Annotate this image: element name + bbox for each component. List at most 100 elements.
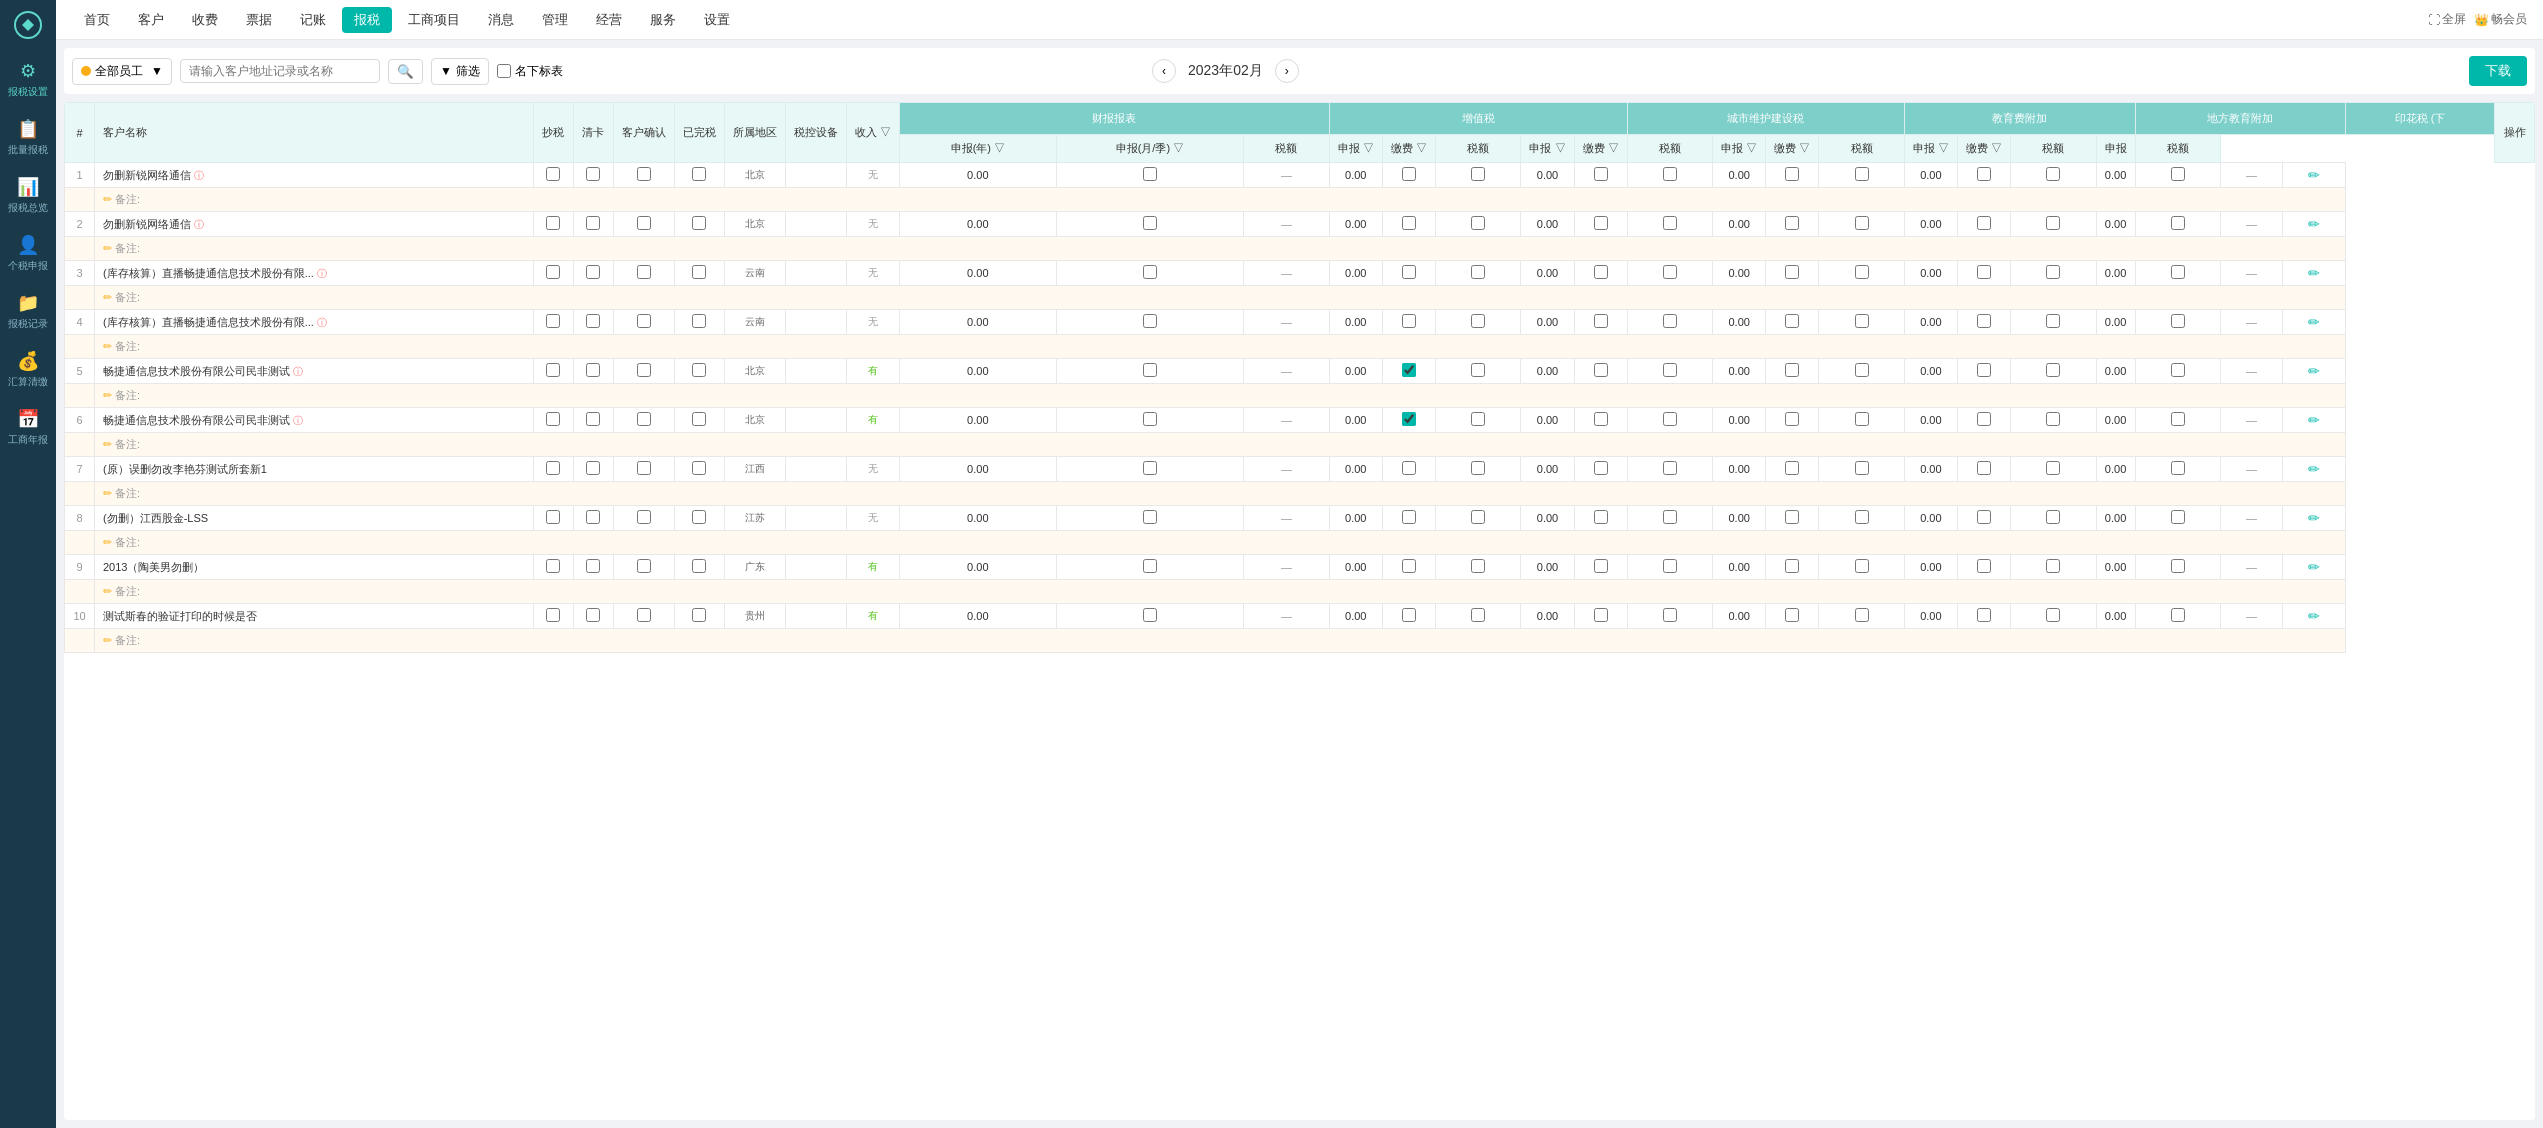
annual-report-cell[interactable] <box>1056 408 1244 433</box>
clear-card-checkbox[interactable] <box>586 510 600 524</box>
vat-pay-checkbox[interactable] <box>1471 559 1485 573</box>
annual-report-checkbox[interactable] <box>1143 363 1157 377</box>
confirm-checkbox[interactable] <box>637 608 651 622</box>
edu-pay-cell[interactable] <box>1819 310 1905 335</box>
stamp-declare-cell[interactable] <box>2135 408 2221 433</box>
copy-tax-checkbox[interactable] <box>546 167 560 181</box>
nav-billing[interactable]: 收费 <box>180 7 230 33</box>
vat-pay-checkbox[interactable] <box>1471 510 1485 524</box>
edu-declare-checkbox[interactable] <box>1785 461 1799 475</box>
copy-tax-cell[interactable] <box>533 457 573 482</box>
local-declare-cell[interactable] <box>1957 408 2010 433</box>
paid-tax-cell[interactable] <box>674 359 724 384</box>
edu-declare-cell[interactable] <box>1766 506 1819 531</box>
vat-declare-checkbox[interactable] <box>1402 167 1416 181</box>
edit-cell[interactable]: ✏ <box>2282 359 2346 384</box>
local-pay-cell[interactable] <box>2011 604 2097 629</box>
clear-card-cell[interactable] <box>573 555 613 580</box>
vat-pay-checkbox[interactable] <box>1471 216 1485 230</box>
city-pay-checkbox[interactable] <box>1663 363 1677 377</box>
stamp-declare-cell[interactable] <box>2135 212 2221 237</box>
edu-declare-cell[interactable] <box>1766 261 1819 286</box>
local-declare-checkbox[interactable] <box>1977 314 1991 328</box>
stamp-declare-cell[interactable] <box>2135 163 2221 188</box>
edit-icon[interactable]: ✏ <box>2308 314 2320 330</box>
stamp-declare-checkbox[interactable] <box>2171 461 2185 475</box>
copy-tax-cell[interactable] <box>533 163 573 188</box>
city-declare-checkbox[interactable] <box>1594 559 1608 573</box>
confirm-cell[interactable] <box>613 506 674 531</box>
paid-tax-checkbox[interactable] <box>692 510 706 524</box>
copy-tax-checkbox[interactable] <box>546 608 560 622</box>
city-declare-checkbox[interactable] <box>1594 265 1608 279</box>
confirm-checkbox[interactable] <box>637 314 651 328</box>
paid-tax-checkbox[interactable] <box>692 216 706 230</box>
clear-card-checkbox[interactable] <box>586 314 600 328</box>
confirm-checkbox[interactable] <box>637 216 651 230</box>
stamp-declare-cell[interactable] <box>2135 359 2221 384</box>
stamp-declare-checkbox[interactable] <box>2171 412 2185 426</box>
city-pay-cell[interactable] <box>1627 555 1713 580</box>
annual-report-cell[interactable] <box>1056 457 1244 482</box>
edit-icon[interactable]: ✏ <box>2308 265 2320 281</box>
edu-pay-cell[interactable] <box>1819 261 1905 286</box>
edu-declare-checkbox[interactable] <box>1785 314 1799 328</box>
city-declare-cell[interactable] <box>1574 408 1627 433</box>
paid-tax-cell[interactable] <box>674 408 724 433</box>
local-pay-checkbox[interactable] <box>2046 265 2060 279</box>
annual-report-cell[interactable] <box>1056 310 1244 335</box>
confirm-checkbox[interactable] <box>637 412 651 426</box>
edu-pay-checkbox[interactable] <box>1855 412 1869 426</box>
clear-card-cell[interactable] <box>573 457 613 482</box>
paid-tax-cell[interactable] <box>674 212 724 237</box>
local-pay-checkbox[interactable] <box>2046 167 2060 181</box>
paid-tax-checkbox[interactable] <box>692 559 706 573</box>
confirm-cell[interactable] <box>613 310 674 335</box>
annual-report-cell[interactable] <box>1056 604 1244 629</box>
local-pay-checkbox[interactable] <box>2046 510 2060 524</box>
edit-icon[interactable]: ✏ <box>2308 461 2320 477</box>
paid-tax-cell[interactable] <box>674 163 724 188</box>
copy-tax-checkbox[interactable] <box>546 216 560 230</box>
edu-pay-cell[interactable] <box>1819 604 1905 629</box>
paid-tax-checkbox[interactable] <box>692 167 706 181</box>
paid-tax-cell[interactable] <box>674 604 724 629</box>
named-list-checkbox-label[interactable]: 名下标表 <box>497 63 563 80</box>
confirm-checkbox[interactable] <box>637 363 651 377</box>
annual-report-cell[interactable] <box>1056 359 1244 384</box>
annual-report-checkbox[interactable] <box>1143 412 1157 426</box>
paid-tax-checkbox[interactable] <box>692 461 706 475</box>
vat-declare-cell[interactable] <box>1382 555 1435 580</box>
clear-card-cell[interactable] <box>573 359 613 384</box>
edu-pay-cell[interactable] <box>1819 359 1905 384</box>
paid-tax-checkbox[interactable] <box>692 265 706 279</box>
local-pay-checkbox[interactable] <box>2046 461 2060 475</box>
copy-tax-cell[interactable] <box>533 212 573 237</box>
download-button[interactable]: 下载 <box>2469 56 2527 86</box>
nav-manage[interactable]: 管理 <box>530 7 580 33</box>
edit-cell[interactable]: ✏ <box>2282 604 2346 629</box>
vat-pay-checkbox[interactable] <box>1471 167 1485 181</box>
clear-card-cell[interactable] <box>573 604 613 629</box>
local-declare-checkbox[interactable] <box>1977 461 1991 475</box>
city-declare-checkbox[interactable] <box>1594 608 1608 622</box>
sidebar-item-personal-tax[interactable]: 👤 个税申报 <box>0 224 56 282</box>
city-pay-cell[interactable] <box>1627 212 1713 237</box>
city-pay-cell[interactable] <box>1627 604 1713 629</box>
local-declare-checkbox[interactable] <box>1977 412 1991 426</box>
vat-pay-cell[interactable] <box>1435 261 1521 286</box>
edit-cell[interactable]: ✏ <box>2282 261 2346 286</box>
copy-tax-cell[interactable] <box>533 310 573 335</box>
edu-pay-checkbox[interactable] <box>1855 314 1869 328</box>
stamp-declare-cell[interactable] <box>2135 261 2221 286</box>
city-pay-cell[interactable] <box>1627 359 1713 384</box>
local-pay-cell[interactable] <box>2011 555 2097 580</box>
city-declare-checkbox[interactable] <box>1594 216 1608 230</box>
named-list-checkbox[interactable] <box>497 64 511 78</box>
paid-tax-checkbox[interactable] <box>692 314 706 328</box>
edit-icon[interactable]: ✏ <box>2308 167 2320 183</box>
edit-icon[interactable]: ✏ <box>2308 412 2320 428</box>
local-declare-cell[interactable] <box>1957 457 2010 482</box>
local-pay-cell[interactable] <box>2011 457 2097 482</box>
paid-tax-cell[interactable] <box>674 261 724 286</box>
